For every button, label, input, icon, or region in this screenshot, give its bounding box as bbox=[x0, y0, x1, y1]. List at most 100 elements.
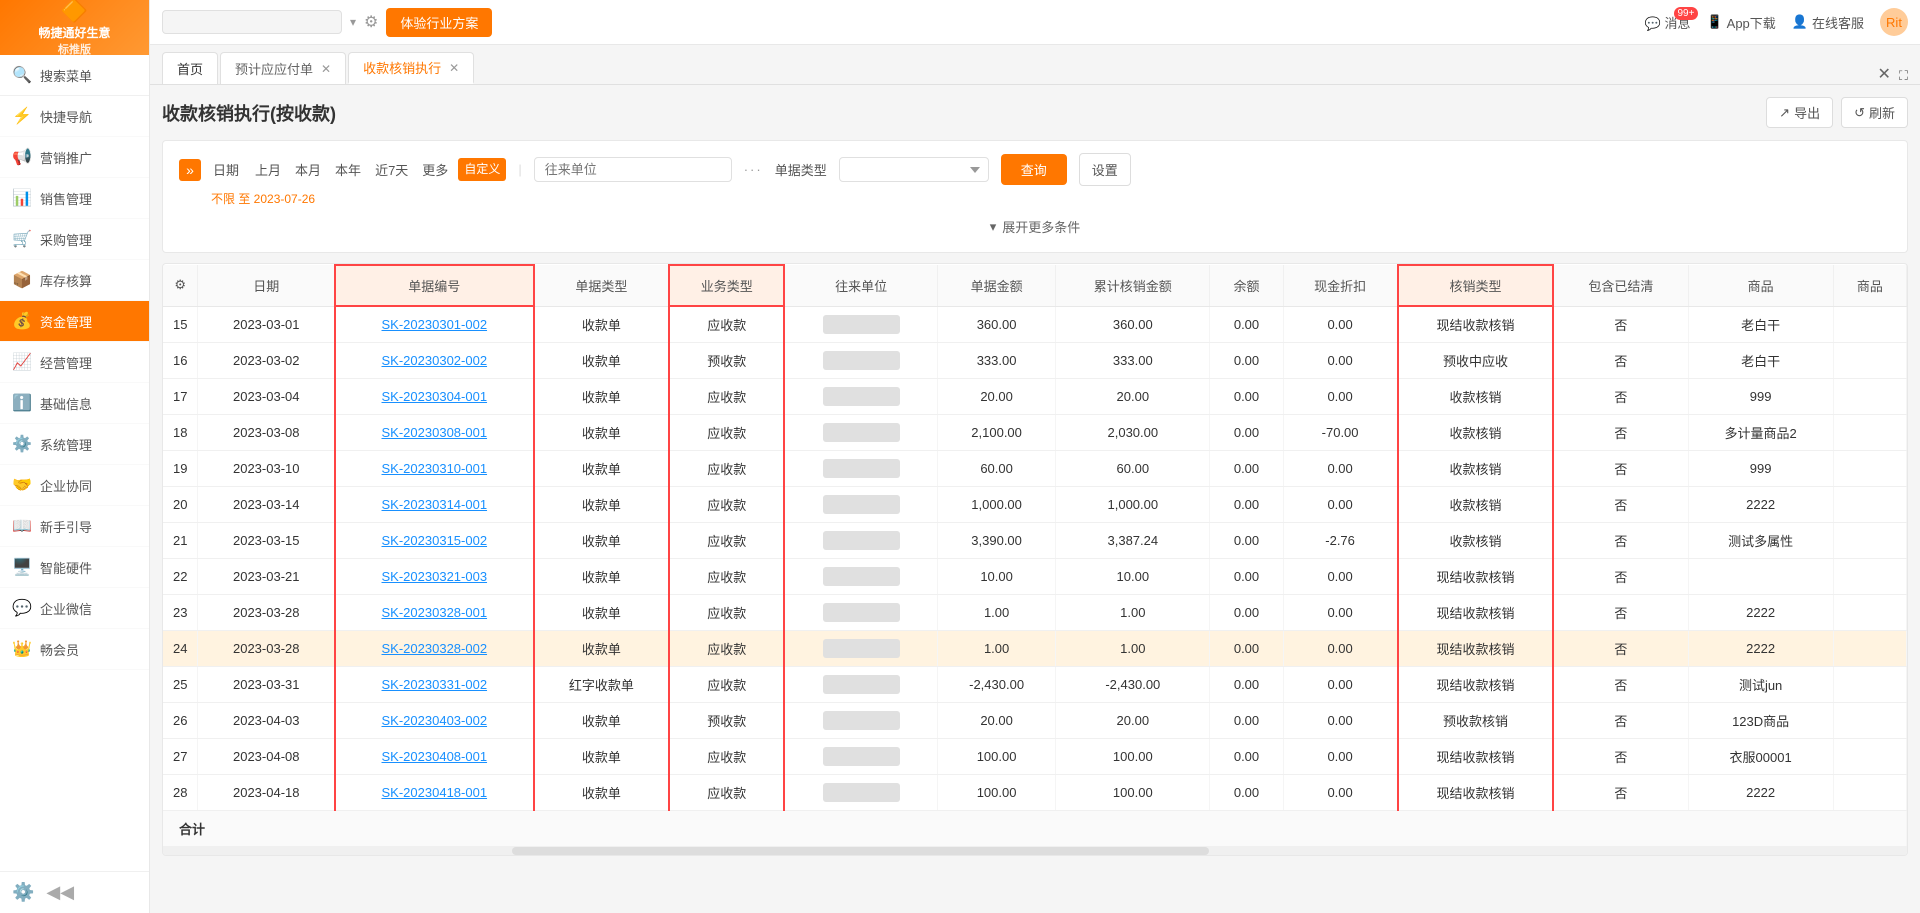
table-scroll-bar[interactable] bbox=[163, 847, 1907, 855]
th-gear[interactable]: ⚙ bbox=[163, 265, 198, 306]
sidebar-item-operations[interactable]: 📈 经营管理 bbox=[0, 342, 149, 383]
td-included: 否 bbox=[1553, 775, 1688, 811]
td-accum-amount: 1.00 bbox=[1056, 595, 1210, 631]
td-amount: 3,390.00 bbox=[937, 523, 1055, 559]
info-icon: ℹ️ bbox=[12, 393, 32, 413]
sidebar-item-marketing[interactable]: 📢 营销推广 bbox=[0, 137, 149, 178]
sidebar-item-label: 经营管理 bbox=[40, 353, 92, 372]
export-btn[interactable]: ↗ 导出 bbox=[1766, 97, 1833, 128]
query-btn[interactable]: 查询 bbox=[1001, 154, 1067, 185]
date-custom[interactable]: 自定义 bbox=[458, 158, 506, 181]
sidebar-item-vip[interactable]: 👑 畅会员 bbox=[0, 629, 149, 670]
tab-cancellation-close[interactable]: ✕ bbox=[449, 61, 459, 75]
td-amount: 360.00 bbox=[937, 306, 1055, 343]
doc-no-link[interactable]: SK-20230408-001 bbox=[382, 749, 488, 764]
td-doc-no: SK-20230310-001 bbox=[335, 451, 534, 487]
topbar-dropdown-arrow[interactable]: ▾ bbox=[350, 15, 356, 29]
td-no: 15 bbox=[163, 306, 198, 343]
filter-dots: ··· bbox=[744, 162, 763, 177]
td-biz-type: 应收款 bbox=[669, 739, 784, 775]
sidebar-item-finance[interactable]: 💰 资金管理 bbox=[0, 301, 149, 342]
sidebar-item-sales[interactable]: 📊 销售管理 bbox=[0, 178, 149, 219]
td-cancel-type: 预收款核销 bbox=[1398, 703, 1554, 739]
sidebar-item-inventory[interactable]: 📦 库存核算 bbox=[0, 260, 149, 301]
sidebar-item-guide[interactable]: 📖 新手引导 bbox=[0, 506, 149, 547]
industry-btn[interactable]: 体验行业方案 bbox=[386, 8, 492, 37]
td-no: 18 bbox=[163, 415, 198, 451]
td-date: 2023-03-04 bbox=[198, 379, 335, 415]
sidebar-item-weixin[interactable]: 💬 企业微信 bbox=[0, 588, 149, 629]
sidebar-item-collab[interactable]: 🤝 企业协同 bbox=[0, 465, 149, 506]
refresh-icon: ↺ bbox=[1854, 105, 1865, 121]
td-balance: 0.00 bbox=[1210, 379, 1283, 415]
footer-label: 合计 bbox=[163, 811, 1907, 847]
td-amount: 20.00 bbox=[937, 703, 1055, 739]
topbar: ▾ ⚙ 体验行业方案 💬 消息 99+ 📱 App下载 👤 在线客服 Rit bbox=[150, 0, 1920, 45]
settings-icon[interactable]: ⚙️ bbox=[12, 882, 34, 903]
doc-no-link[interactable]: SK-20230308-001 bbox=[382, 425, 488, 440]
th-doc-no: 单据编号 bbox=[335, 265, 534, 306]
date-last-month[interactable]: 上月 bbox=[251, 158, 285, 181]
td-doc-type: 收款单 bbox=[534, 775, 670, 811]
td-discount: 0.00 bbox=[1283, 306, 1397, 343]
date-more[interactable]: 更多 bbox=[418, 158, 452, 181]
td-goods1: 老白干 bbox=[1688, 343, 1833, 379]
doc-no-link[interactable]: SK-20230403-002 bbox=[382, 713, 488, 728]
td-partner: ████ bbox=[784, 415, 937, 451]
td-amount: -2,430.00 bbox=[937, 667, 1055, 703]
app-download-btn[interactable]: 📱 App下载 bbox=[1706, 13, 1775, 32]
td-discount: 0.00 bbox=[1283, 667, 1397, 703]
user-avatar[interactable]: Rit bbox=[1880, 8, 1908, 36]
notification-icon[interactable]: 💬 消息 99+ bbox=[1645, 13, 1691, 32]
td-cancel-type: 收款核销 bbox=[1398, 487, 1554, 523]
filter-collapse-btn[interactable]: » bbox=[179, 159, 201, 181]
td-doc-no: SK-20230331-002 bbox=[335, 667, 534, 703]
sidebar-item-shortcut[interactable]: ⚡ 快捷导航 bbox=[0, 96, 149, 137]
partner-input[interactable] bbox=[534, 157, 732, 182]
refresh-btn[interactable]: ↺ 刷新 bbox=[1841, 97, 1908, 128]
th-doc-type: 单据类型 bbox=[534, 265, 670, 306]
main-area: ▾ ⚙ 体验行业方案 💬 消息 99+ 📱 App下载 👤 在线客服 Rit bbox=[150, 0, 1920, 913]
sidebar-item-system[interactable]: ⚙️ 系统管理 bbox=[0, 424, 149, 465]
td-cancel-type: 现结收款核销 bbox=[1398, 559, 1554, 595]
topbar-search-input[interactable] bbox=[162, 10, 342, 34]
td-no: 19 bbox=[163, 451, 198, 487]
doc-no-link[interactable]: SK-20230418-001 bbox=[382, 785, 488, 800]
doc-no-link[interactable]: SK-20230302-002 bbox=[382, 353, 488, 368]
topbar-gear-icon[interactable]: ⚙ bbox=[364, 12, 378, 32]
online-service-btn[interactable]: 👤 在线客服 bbox=[1792, 13, 1864, 32]
date-this-month[interactable]: 本月 bbox=[291, 158, 325, 181]
date-7days[interactable]: 近7天 bbox=[371, 158, 412, 181]
tabbar-close-all[interactable]: ✕ bbox=[1877, 64, 1890, 84]
doc-no-link[interactable]: SK-20230331-002 bbox=[382, 677, 488, 692]
doc-no-link[interactable]: SK-20230328-002 bbox=[382, 641, 488, 656]
sidebar-item-purchase[interactable]: 🛒 采购管理 bbox=[0, 219, 149, 260]
sidebar-item-hardware[interactable]: 🖥️ 智能硬件 bbox=[0, 547, 149, 588]
collapse-icon[interactable]: ◀◀ bbox=[46, 882, 74, 903]
date-this-year[interactable]: 本年 bbox=[331, 158, 365, 181]
table-row: 16 2023-03-02 SK-20230302-002 收款单 预收款 ██… bbox=[163, 343, 1907, 379]
td-discount: 0.00 bbox=[1283, 343, 1397, 379]
doc-no-link[interactable]: SK-20230315-002 bbox=[382, 533, 488, 548]
doc-type-select[interactable] bbox=[839, 157, 989, 182]
tabbar-expand[interactable]: ⛶ bbox=[1899, 68, 1908, 84]
tab-home[interactable]: 首页 bbox=[162, 52, 218, 84]
page-actions: ↗ 导出 ↺ 刷新 bbox=[1766, 97, 1908, 128]
phone-icon: 📱 bbox=[1706, 14, 1722, 30]
doc-no-link[interactable]: SK-20230301-002 bbox=[382, 317, 488, 332]
td-included: 否 bbox=[1553, 343, 1688, 379]
doc-no-link[interactable]: SK-20230321-003 bbox=[382, 569, 488, 584]
settings-btn[interactable]: 设置 bbox=[1079, 153, 1131, 186]
expand-more-btn[interactable]: ▾ 展开更多条件 bbox=[179, 213, 1891, 240]
tab-prepayment[interactable]: 预计应应付单 ✕ bbox=[220, 52, 346, 84]
td-amount: 100.00 bbox=[937, 739, 1055, 775]
td-cancel-type: 收款核销 bbox=[1398, 451, 1554, 487]
doc-no-link[interactable]: SK-20230304-001 bbox=[382, 389, 488, 404]
doc-no-link[interactable]: SK-20230328-001 bbox=[382, 605, 488, 620]
tab-prepayment-close[interactable]: ✕ bbox=[321, 62, 331, 76]
doc-no-link[interactable]: SK-20230314-001 bbox=[382, 497, 488, 512]
sidebar-item-basic-info[interactable]: ℹ️ 基础信息 bbox=[0, 383, 149, 424]
tab-cancellation[interactable]: 收款核销执行 ✕ bbox=[348, 52, 474, 84]
sidebar-item-search[interactable]: 🔍 搜索菜单 bbox=[0, 55, 149, 96]
doc-no-link[interactable]: SK-20230310-001 bbox=[382, 461, 488, 476]
